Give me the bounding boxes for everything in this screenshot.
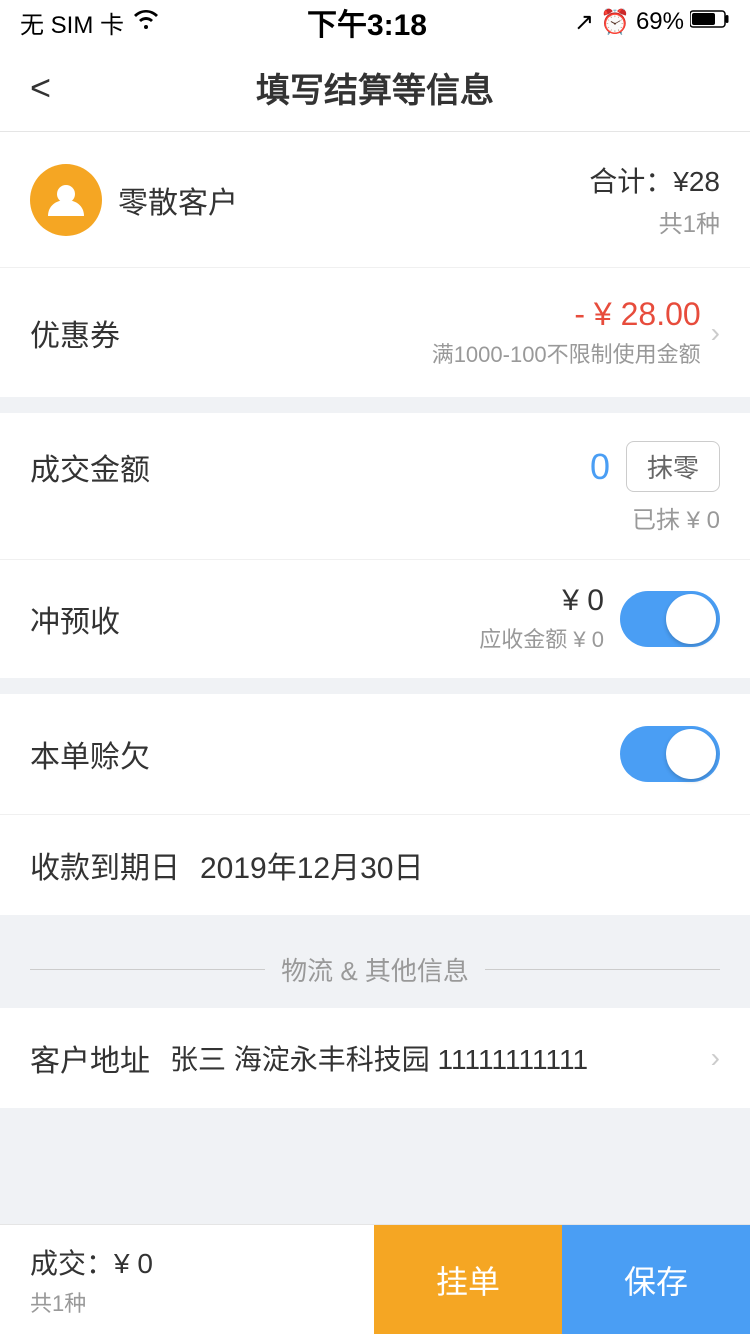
amount-sub: 已抹 ¥ 0: [0, 500, 750, 559]
back-button[interactable]: <: [30, 67, 51, 109]
coupon-amount: - ¥ 28.00: [432, 296, 701, 333]
debt-label: 本单赊欠: [30, 732, 150, 776]
status-right: ↗ ⏰ 69%: [574, 8, 730, 37]
bottom-bar: 成交：¥ 0 共1种 挂单 保存: [0, 1224, 750, 1334]
amount-label: 成交金额: [30, 445, 150, 489]
amount-row: 成交金额 0 抹零: [0, 413, 750, 500]
duedate-label: 收款到期日: [30, 843, 180, 887]
customer-section: 零散客户 合计：¥28 共1种 优惠券 - ¥ 28.00 满1000-100不…: [0, 132, 750, 397]
bottom-transaction-value: ¥ 0: [114, 1248, 153, 1279]
prereceive-label: 冲预收: [30, 597, 120, 641]
duedate-row: 收款到期日 2019年12月30日: [0, 814, 750, 915]
address-row[interactable]: 客户地址 张三 海淀永丰科技园 11111111111 ›: [0, 1008, 750, 1108]
prereceive-toggle[interactable]: [620, 591, 720, 647]
coupon-right: - ¥ 28.00 满1000-100不限制使用金额 ›: [432, 296, 720, 369]
customer-name: 零散客户: [118, 178, 238, 222]
status-time: 下午3:18: [307, 0, 427, 44]
customer-count: 共1种: [589, 204, 720, 239]
bottom-btn-group: 挂单 保存: [374, 1225, 750, 1334]
prereceive-right: ¥ 0 应收金额 ¥ 0: [479, 584, 720, 654]
debt-section: 本单赊欠 收款到期日 2019年12月30日: [0, 694, 750, 915]
battery-percent: 69%: [636, 8, 684, 36]
coupon-label: 优惠券: [30, 311, 120, 355]
page-content: 零散客户 合计：¥28 共1种 优惠券 - ¥ 28.00 满1000-100不…: [0, 132, 750, 1238]
nav-bar: < 填写结算等信息: [0, 44, 750, 132]
debt-row: 本单赊欠: [0, 694, 750, 814]
status-left: 无 SIM 卡: [20, 5, 160, 40]
round-button[interactable]: 抹零: [626, 441, 720, 492]
bottom-count: 共1种: [30, 1286, 344, 1318]
chevron-right-icon: ›: [711, 317, 720, 349]
bottom-transaction-label: 成交：: [30, 1248, 114, 1279]
amount-value: 0: [590, 446, 610, 488]
customer-left: 零散客户: [30, 164, 238, 236]
wifi-icon: [132, 8, 160, 36]
pending-button[interactable]: 挂单: [374, 1225, 562, 1334]
logistics-divider: 物流 & 其他信息: [0, 931, 750, 1008]
battery-icon: [690, 8, 730, 36]
status-bar: 无 SIM 卡 下午3:18 ↗ ⏰ 69%: [0, 0, 750, 44]
customer-total: 合计：¥28: [589, 160, 720, 200]
duedate-value: 2019年12月30日: [200, 843, 423, 887]
address-value: 张三 海淀永丰科技园 11111111111: [170, 1038, 711, 1078]
customer-right: 合计：¥28 共1种: [589, 160, 720, 239]
bottom-transaction: 成交：¥ 0: [30, 1242, 344, 1282]
transaction-section: 成交金额 0 抹零 已抹 ¥ 0 冲预收 ¥ 0 应收金额 ¥ 0: [0, 413, 750, 678]
prereceive-amount: ¥ 0: [479, 584, 604, 618]
logistics-text: 物流 & 其他信息: [281, 951, 469, 988]
debt-toggle[interactable]: [620, 726, 720, 782]
alarm-icon: ⏰: [600, 8, 630, 37]
nav-title: 填写结算等信息: [256, 63, 494, 112]
divider-line-right: [485, 969, 720, 970]
no-sim-text: 无 SIM 卡: [20, 5, 124, 40]
address-chevron-icon: ›: [711, 1042, 720, 1074]
customer-row: 零散客户 合计：¥28 共1种: [0, 132, 750, 267]
divider-line-left: [30, 969, 265, 970]
location-icon: ↗: [574, 8, 594, 37]
coupon-row[interactable]: 优惠券 - ¥ 28.00 满1000-100不限制使用金额 ›: [0, 267, 750, 397]
amount-right: 0 抹零: [590, 441, 720, 492]
bottom-info: 成交：¥ 0 共1种: [0, 1242, 374, 1318]
address-label: 客户地址: [30, 1036, 150, 1080]
coupon-desc: 满1000-100不限制使用金额: [432, 337, 701, 369]
avatar: [30, 164, 102, 236]
prereceive-row: 冲预收 ¥ 0 应收金额 ¥ 0: [0, 559, 750, 678]
prereceive-sub: 应收金额 ¥ 0: [479, 622, 604, 654]
save-button[interactable]: 保存: [562, 1225, 750, 1334]
